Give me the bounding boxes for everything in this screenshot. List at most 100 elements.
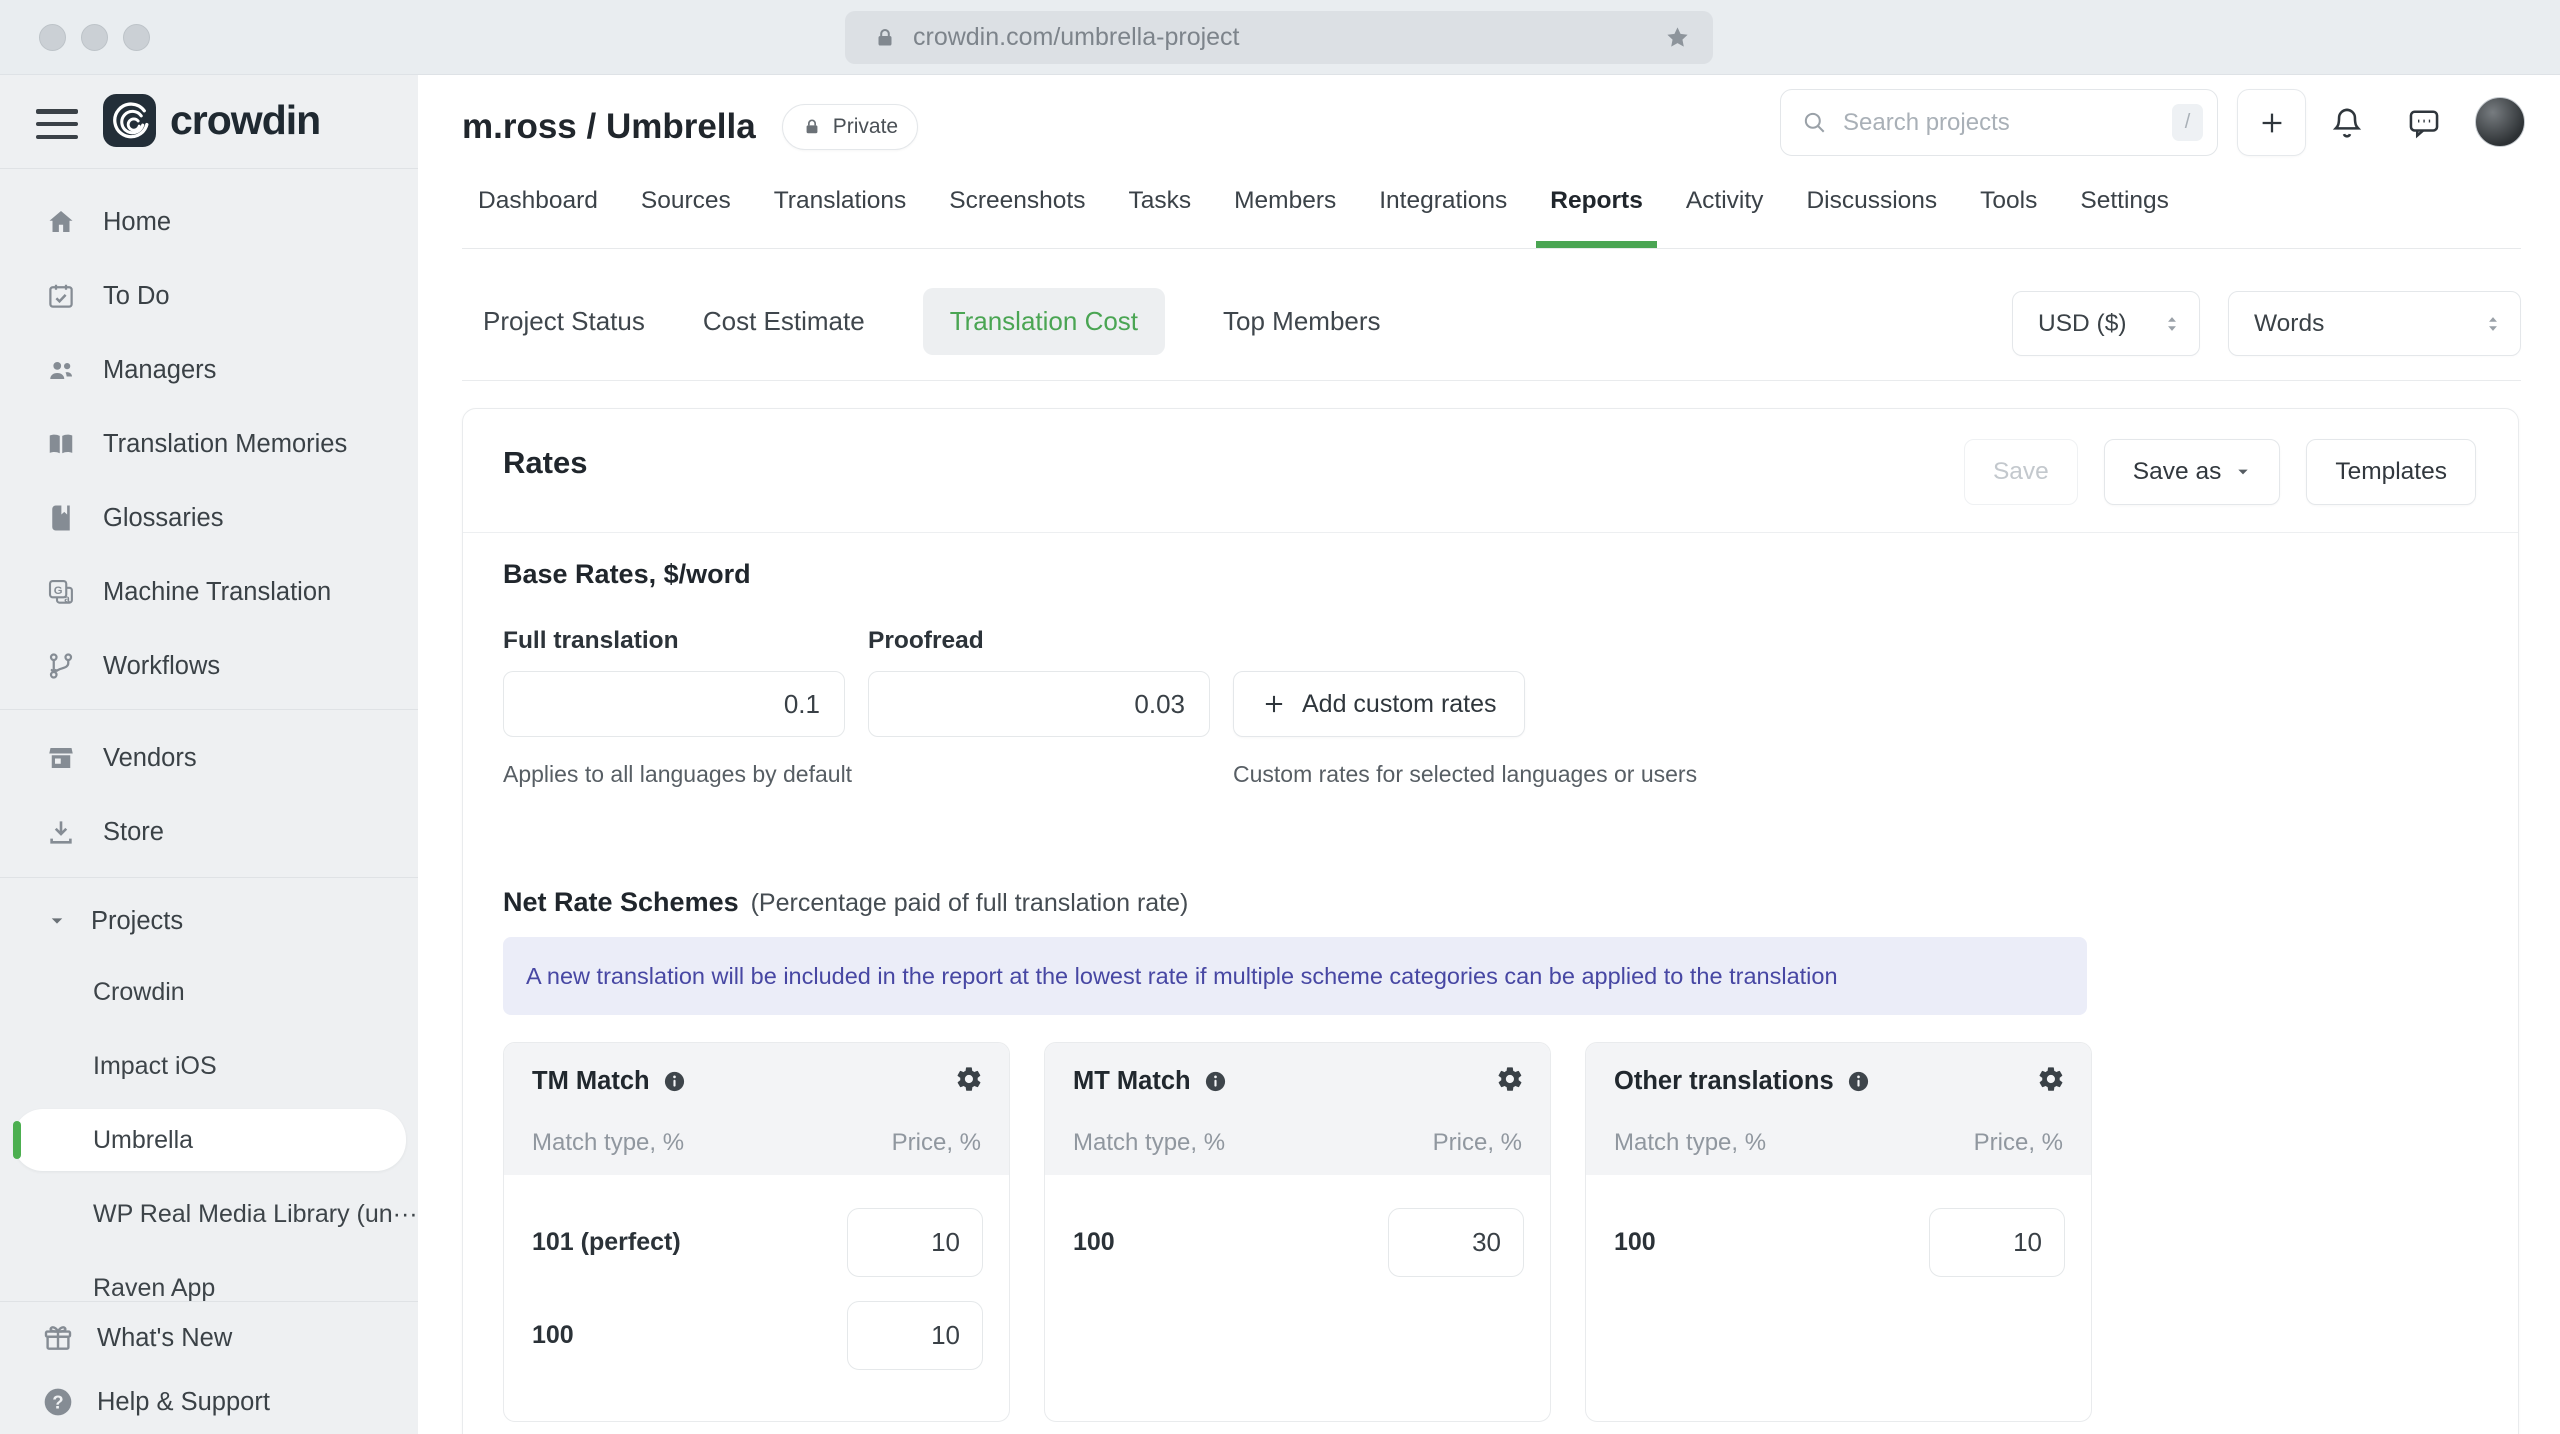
tab-settings[interactable]: Settings	[2080, 187, 2169, 248]
proofread-label: Proofread	[868, 627, 984, 654]
sidebar-item-home[interactable]: Home	[0, 185, 418, 259]
sidebar-item-workflows[interactable]: Workflows	[0, 629, 418, 703]
full-translation-input[interactable]	[503, 671, 845, 737]
scheme-card-header: MT Match Match type, % Price, %	[1045, 1043, 1550, 1175]
price-input[interactable]	[847, 1208, 983, 1277]
sidebar-item-glossaries[interactable]: Glossaries	[0, 481, 418, 555]
price-input[interactable]	[1388, 1208, 1524, 1277]
sidebar-project-umbrella[interactable]: Umbrella	[0, 1103, 418, 1177]
project-tabs: Dashboard Sources Translations Screensho…	[462, 187, 2521, 249]
user-avatar[interactable]	[2475, 97, 2525, 147]
templates-button[interactable]: Templates	[2306, 439, 2476, 505]
subtab-top-members[interactable]: Top Members	[1223, 306, 1381, 337]
projects-collapse-header[interactable]: Projects	[0, 887, 418, 955]
gear-icon[interactable]	[955, 1065, 983, 1093]
address-bar[interactable]: crowdin.com/umbrella-project	[845, 11, 1713, 64]
proofread-input[interactable]	[868, 671, 1210, 737]
subtab-cost-estimate[interactable]: Cost Estimate	[703, 306, 865, 337]
net-rate-schemes-subheading: (Percentage paid of full translation rat…	[750, 889, 1189, 917]
sidebar-item-todo[interactable]: To Do	[0, 259, 418, 333]
tab-discussions[interactable]: Discussions	[1806, 187, 1937, 248]
info-icon[interactable]	[1847, 1070, 1870, 1093]
subnav-divider	[462, 380, 2521, 381]
search-box[interactable]: /	[1780, 89, 2218, 156]
tab-screenshots[interactable]: Screenshots	[949, 187, 1085, 248]
add-custom-rates-button[interactable]: Add custom rates	[1233, 671, 1525, 737]
match-type-column-header: Match type, %	[1073, 1129, 1226, 1156]
tab-reports[interactable]: Reports	[1536, 187, 1657, 248]
sidebar-project-wp-real-media-library[interactable]: WP Real Media Library (un···	[0, 1177, 418, 1251]
rates-title: Rates	[503, 445, 588, 480]
managers-people-icon	[50, 362, 72, 379]
sidebar-project-crowdin[interactable]: Crowdin	[0, 955, 418, 1029]
tab-integrations[interactable]: Integrations	[1379, 187, 1507, 248]
storefront-icon	[49, 748, 73, 768]
crowdin-logo[interactable]: crowdin	[103, 94, 321, 147]
search-shortcut-hint: /	[2172, 104, 2203, 141]
sidebar-divider	[0, 877, 418, 878]
sidebar: crowdin Home To Do Managers Translation …	[0, 75, 418, 1434]
tab-dashboard[interactable]: Dashboard	[478, 187, 598, 248]
info-icon[interactable]	[1204, 1070, 1227, 1093]
sidebar-item-help-support[interactable]: ? Help & Support	[0, 1370, 418, 1434]
match-type-label: 100	[532, 1321, 574, 1349]
sidebar-item-machine-translation[interactable]: Ga Machine Translation	[0, 555, 418, 629]
currency-select[interactable]: USD ($)	[2012, 291, 2200, 356]
scheme-title: Other translations	[1614, 1067, 1834, 1095]
scheme-card-tm-match: TM Match Match type, % Price, % 101 (per…	[503, 1042, 1010, 1422]
tab-sources[interactable]: Sources	[641, 187, 731, 248]
plus-icon	[2262, 113, 2281, 132]
sidebar-nav-primary: Home To Do Managers Translation Memories…	[0, 185, 418, 703]
sidebar-item-whats-new[interactable]: What's New	[0, 1306, 418, 1370]
custom-rates-note: Custom rates for selected languages or u…	[1233, 761, 1698, 787]
price-column-header: Price, %	[1973, 1129, 2063, 1156]
help-question-icon: ?	[44, 1388, 72, 1416]
tab-translations[interactable]: Translations	[774, 187, 907, 248]
sidebar-project-impact-ios[interactable]: Impact iOS	[0, 1029, 418, 1103]
tab-tools[interactable]: Tools	[1980, 187, 2037, 248]
crowdin-logo-text: crowdin	[170, 97, 321, 143]
home-icon	[49, 211, 73, 232]
subtab-project-status[interactable]: Project Status	[483, 306, 645, 337]
window-close-button[interactable]	[39, 24, 66, 51]
caret-down-icon	[2238, 469, 2248, 475]
tab-members[interactable]: Members	[1234, 187, 1336, 248]
unit-select[interactable]: Words	[2228, 291, 2521, 356]
gear-icon[interactable]	[2037, 1065, 2065, 1093]
scheme-row: 100	[1614, 1208, 2065, 1277]
tab-tasks[interactable]: Tasks	[1128, 187, 1191, 248]
lock-icon	[878, 28, 892, 45]
project-header: m.ross / Umbrella Private	[462, 98, 919, 156]
sidebar-item-managers[interactable]: Managers	[0, 333, 418, 407]
window-minimize-button[interactable]	[81, 24, 108, 51]
messages-button[interactable]	[2400, 99, 2448, 147]
window-zoom-button[interactable]	[123, 24, 150, 51]
info-icon[interactable]	[663, 1070, 686, 1093]
menu-toggle-button[interactable]	[36, 109, 78, 139]
svg-text:G: G	[54, 585, 63, 597]
notifications-button[interactable]	[2323, 99, 2371, 147]
price-input[interactable]	[847, 1301, 983, 1370]
plus-icon	[1265, 695, 1283, 713]
tab-activity[interactable]: Activity	[1686, 187, 1764, 248]
create-project-button[interactable]	[2237, 89, 2306, 156]
sidebar-item-translation-memories[interactable]: Translation Memories	[0, 407, 418, 481]
browser-chrome: crowdin.com/umbrella-project	[0, 0, 2560, 75]
sidebar-item-store[interactable]: Store	[0, 795, 418, 869]
subtab-translation-cost[interactable]: Translation Cost	[922, 287, 1166, 355]
price-input[interactable]	[1929, 1208, 2065, 1277]
save-as-button[interactable]: Save as	[2103, 439, 2281, 505]
sidebar-divider	[0, 168, 418, 169]
open-book-icon	[49, 434, 73, 454]
gear-icon[interactable]	[1496, 1065, 1524, 1093]
sidebar-item-vendors[interactable]: Vendors	[0, 721, 418, 795]
bookmark-star-icon[interactable]	[1664, 24, 1691, 51]
select-caret-icon	[2489, 316, 2497, 331]
chevron-down-icon	[51, 918, 63, 924]
search-input[interactable]	[1843, 108, 2157, 137]
scheme-card-header: Other translations Match type, % Price, …	[1586, 1043, 2091, 1175]
privacy-badge: Private	[781, 104, 919, 150]
scheme-title: TM Match	[532, 1067, 650, 1095]
save-button[interactable]: Save	[1963, 439, 2078, 505]
scheme-cards: TM Match Match type, % Price, % 101 (per…	[503, 1042, 2092, 1422]
